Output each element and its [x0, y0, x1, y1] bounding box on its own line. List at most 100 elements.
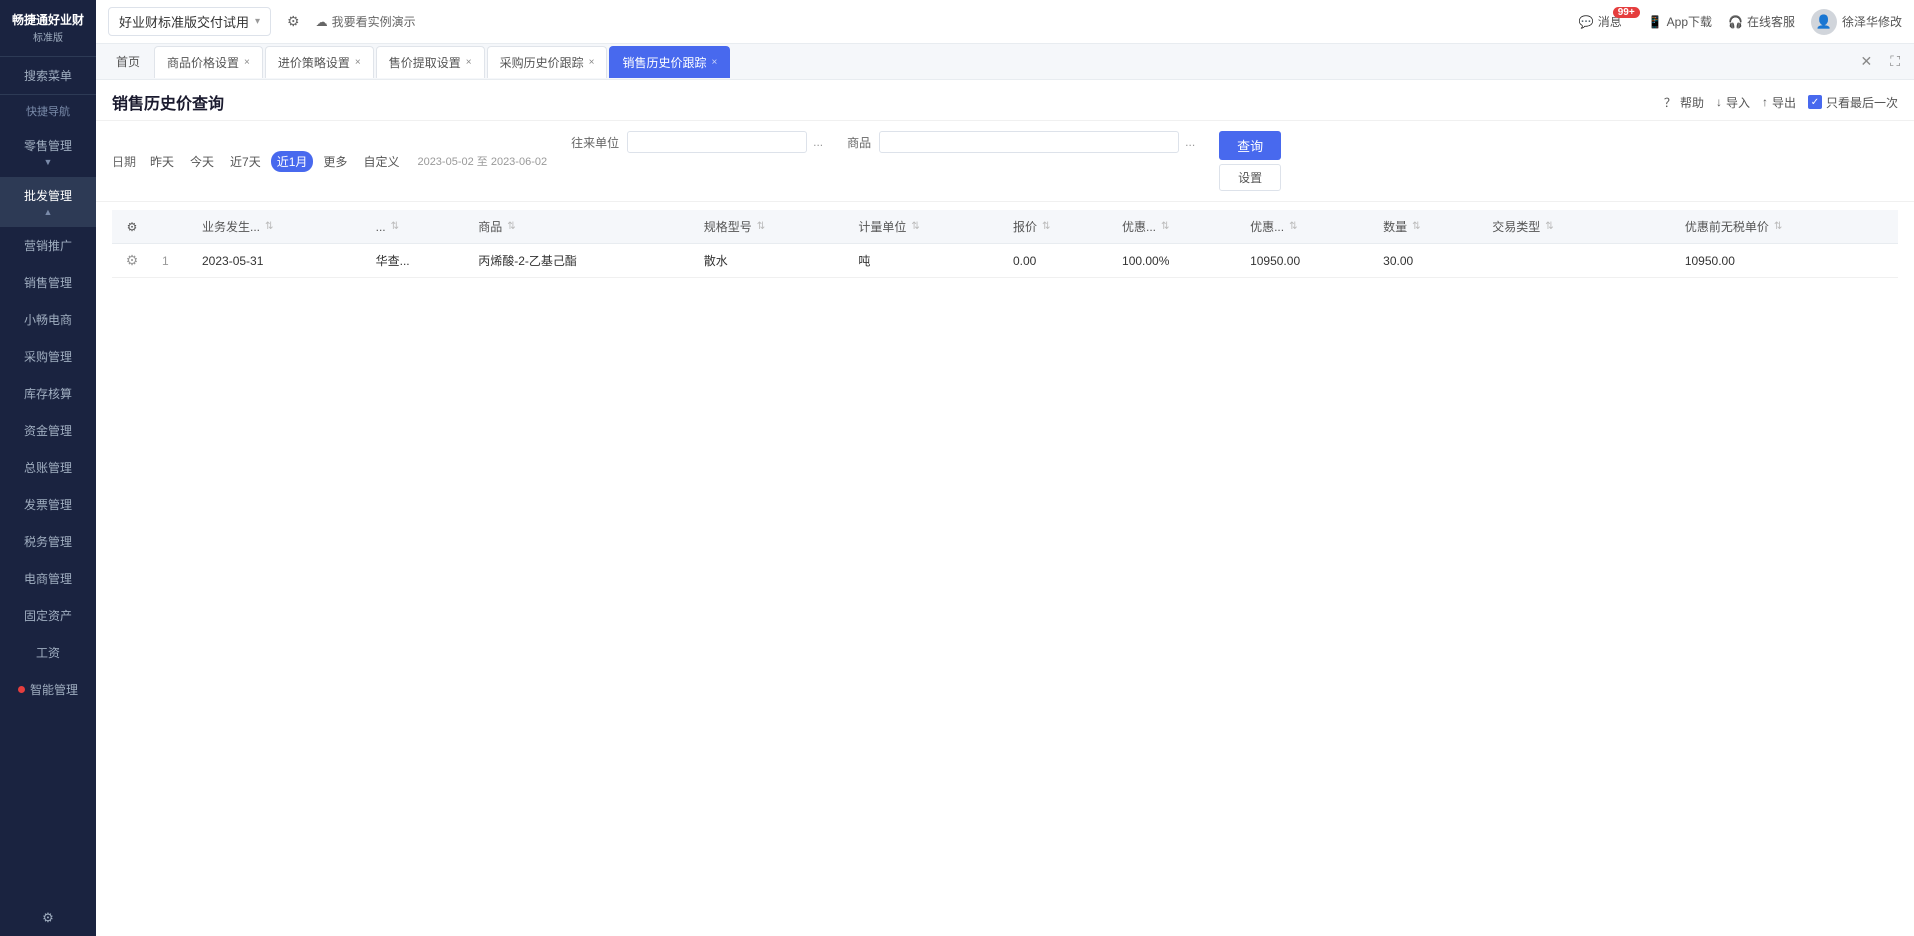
filter-bar: 日期 昨天 今天 近7天 近1月 更多 自定义 2023-05-02 至 202…	[96, 121, 1914, 202]
sidebar-settings-btn[interactable]: ⚙	[0, 900, 96, 936]
sidebar-item-sales[interactable]: 销售管理	[0, 264, 96, 301]
content-area: 销售历史价查询 ？ 帮助 ↓ 导入 ↑ 导出 ✓ 只看最后一次	[96, 80, 1914, 936]
product-input-group: ...	[879, 131, 1195, 153]
import-btn[interactable]: ↓ 导入	[1716, 94, 1750, 111]
col-spacer-header	[1637, 210, 1675, 244]
app-logo-version: 标准版	[8, 29, 88, 44]
sidebar-search[interactable]: 搜索菜单	[0, 57, 96, 95]
query-btn[interactable]: 查询	[1219, 131, 1281, 160]
user-info[interactable]: 👤 徐泽华修改	[1811, 9, 1902, 35]
date-opt-last1month[interactable]: 近1月	[271, 151, 314, 172]
sidebar-item-marketing[interactable]: 营销推广	[0, 227, 96, 264]
expand-tab-btn[interactable]: ⛶	[1884, 49, 1906, 74]
tab-home-label: 首页	[116, 53, 140, 70]
tab-product-price[interactable]: 商品价格设置 ×	[154, 46, 263, 78]
tab-label: 销售历史价跟踪	[622, 54, 706, 71]
sidebar-item-wholesale[interactable]: 批发管理 ▲	[0, 177, 96, 227]
sidebar-item-assets[interactable]: 固定资产	[0, 597, 96, 634]
module-settings-btn[interactable]: ⚙	[279, 9, 308, 34]
sidebar-item-smart[interactable]: 智能管理	[0, 671, 96, 708]
col-price-label: 报价	[1013, 218, 1037, 235]
sidebar-item-tax[interactable]: 税务管理	[0, 523, 96, 560]
col-spec-header[interactable]: 规格型号 ⇅	[694, 210, 849, 244]
chevron-up-icon: ▲	[44, 207, 53, 217]
sidebar-item-label: 工资	[36, 644, 60, 661]
sort-icon: ⇅	[1289, 221, 1297, 232]
date-opt-yesterday[interactable]: 昨天	[144, 151, 180, 172]
col-price-header[interactable]: 报价 ⇅	[1003, 210, 1112, 244]
online-service-btn[interactable]: 🎧 在线客服	[1728, 13, 1795, 30]
help-btn[interactable]: ？ 帮助	[1664, 94, 1704, 111]
last-only-checkbox[interactable]: ✓ 只看最后一次	[1808, 94, 1898, 111]
row-discount-price-cell: 10950.00	[1240, 244, 1373, 278]
sort-icon: ⇅	[1042, 221, 1050, 232]
sidebar-logo: 畅捷通好业财 标准版	[0, 0, 96, 57]
product-input[interactable]	[879, 131, 1179, 153]
col-seq-header	[152, 210, 192, 244]
col-discount-rate-header[interactable]: 优惠... ⇅	[1112, 210, 1240, 244]
partner-input[interactable]	[627, 131, 807, 153]
tab-purchase-strategy[interactable]: 进价策略设置 ×	[265, 46, 374, 78]
sidebar-quick-nav[interactable]: 快捷导航	[0, 95, 96, 127]
date-opt-today[interactable]: 今天	[184, 151, 220, 172]
tab-home[interactable]: 首页	[104, 46, 152, 78]
product-dots-btn[interactable]: ...	[1185, 135, 1195, 149]
export-btn[interactable]: ↑ 导出	[1762, 94, 1796, 111]
tab-close-icon[interactable]: ×	[589, 57, 595, 68]
col-unit-header[interactable]: 计量单位 ⇅	[848, 210, 1003, 244]
app-download-label: App下载	[1667, 13, 1712, 30]
sidebar-item-purchase[interactable]: 采购管理	[0, 338, 96, 375]
sidebar-item-finance[interactable]: 资金管理	[0, 412, 96, 449]
partner-dots-btn[interactable]: ...	[813, 135, 823, 149]
sidebar-item-salary[interactable]: 工资	[0, 634, 96, 671]
row-settings-cell[interactable]: ⚙	[112, 244, 152, 278]
row-extra-cell: 华查...	[366, 244, 469, 278]
col-discount-price-header[interactable]: 优惠... ⇅	[1240, 210, 1373, 244]
partner-filter-label: 往来单位	[571, 134, 619, 151]
row-unit-cell: 吨	[848, 244, 1003, 278]
sidebar-item-ecommerce[interactable]: 电商管理	[0, 560, 96, 597]
date-range-text: 2023-05-02 至 2023-06-02	[417, 153, 547, 169]
import-icon: ↓	[1716, 95, 1722, 109]
date-opt-custom[interactable]: 自定义	[357, 151, 405, 172]
col-unit-label: 计量单位	[858, 218, 906, 235]
sidebar-item-inventory[interactable]: 库存核算	[0, 375, 96, 412]
table-body: ⚙ 1 2023-05-31 华查... 丙烯酸-2-乙基己酯 散水 吨 0.0…	[112, 244, 1898, 278]
sidebar-item-retail[interactable]: 零售管理 ▼	[0, 127, 96, 177]
tab-sales-history[interactable]: 销售历史价跟踪 ×	[609, 46, 730, 78]
col-pretax-price-header[interactable]: 优惠前无税单价 ⇅	[1675, 210, 1898, 244]
topbar-right: 💬 消息 99+ 📱 App下载 🎧 在线客服 👤 徐泽华修改	[1579, 9, 1902, 35]
tab-close-icon[interactable]: ×	[355, 57, 361, 68]
col-business-date-header[interactable]: 业务发生... ⇅	[192, 210, 366, 244]
col-extra-header[interactable]: ... ⇅	[366, 210, 469, 244]
sidebar-item-label: 批发管理	[24, 187, 72, 204]
tab-close-icon[interactable]: ×	[466, 57, 472, 68]
app-download-btn[interactable]: 📱 App下载	[1648, 13, 1712, 30]
sidebar-item-ecommerce-small[interactable]: 小畅电商	[0, 301, 96, 338]
col-spec-label: 规格型号	[704, 218, 752, 235]
red-dot-indicator	[18, 686, 25, 693]
demo-link[interactable]: ☁ 我要看实例演示	[316, 13, 416, 30]
sidebar-item-invoice[interactable]: 发票管理	[0, 486, 96, 523]
settings-btn[interactable]: 设置	[1219, 164, 1281, 191]
tab-purchase-history[interactable]: 采购历史价跟踪 ×	[487, 46, 608, 78]
tab-sale-extract[interactable]: 售价提取设置 ×	[376, 46, 485, 78]
col-quantity-header[interactable]: 数量 ⇅	[1373, 210, 1482, 244]
notifications-btn[interactable]: 💬 消息 99+	[1579, 13, 1632, 30]
module-selector[interactable]: 好业财标准版交付试用 ▾	[108, 7, 271, 36]
tab-label: 进价策略设置	[278, 54, 350, 71]
date-opt-more[interactable]: 更多	[317, 151, 353, 172]
date-opt-last7[interactable]: 近7天	[224, 151, 267, 172]
col-transaction-type-header[interactable]: 交易类型 ⇅	[1482, 210, 1637, 244]
date-filter-group: 日期 昨天 今天 近7天 近1月 更多 自定义 2023-05-02 至 202…	[112, 151, 547, 172]
row-product-cell: 丙烯酸-2-乙基己酯	[468, 244, 693, 278]
close-tab-btn[interactable]: ✕	[1854, 49, 1878, 74]
sidebar-item-label: 固定资产	[24, 607, 72, 624]
row-discount-rate-cell: 100.00%	[1112, 244, 1240, 278]
col-settings-header[interactable]: ⚙	[112, 210, 152, 244]
col-product-header[interactable]: 商品 ⇅	[468, 210, 693, 244]
date-filter-label: 日期	[112, 153, 136, 170]
sidebar-item-ledger[interactable]: 总账管理	[0, 449, 96, 486]
tab-close-icon[interactable]: ×	[244, 57, 250, 68]
tab-close-icon[interactable]: ×	[711, 57, 717, 68]
